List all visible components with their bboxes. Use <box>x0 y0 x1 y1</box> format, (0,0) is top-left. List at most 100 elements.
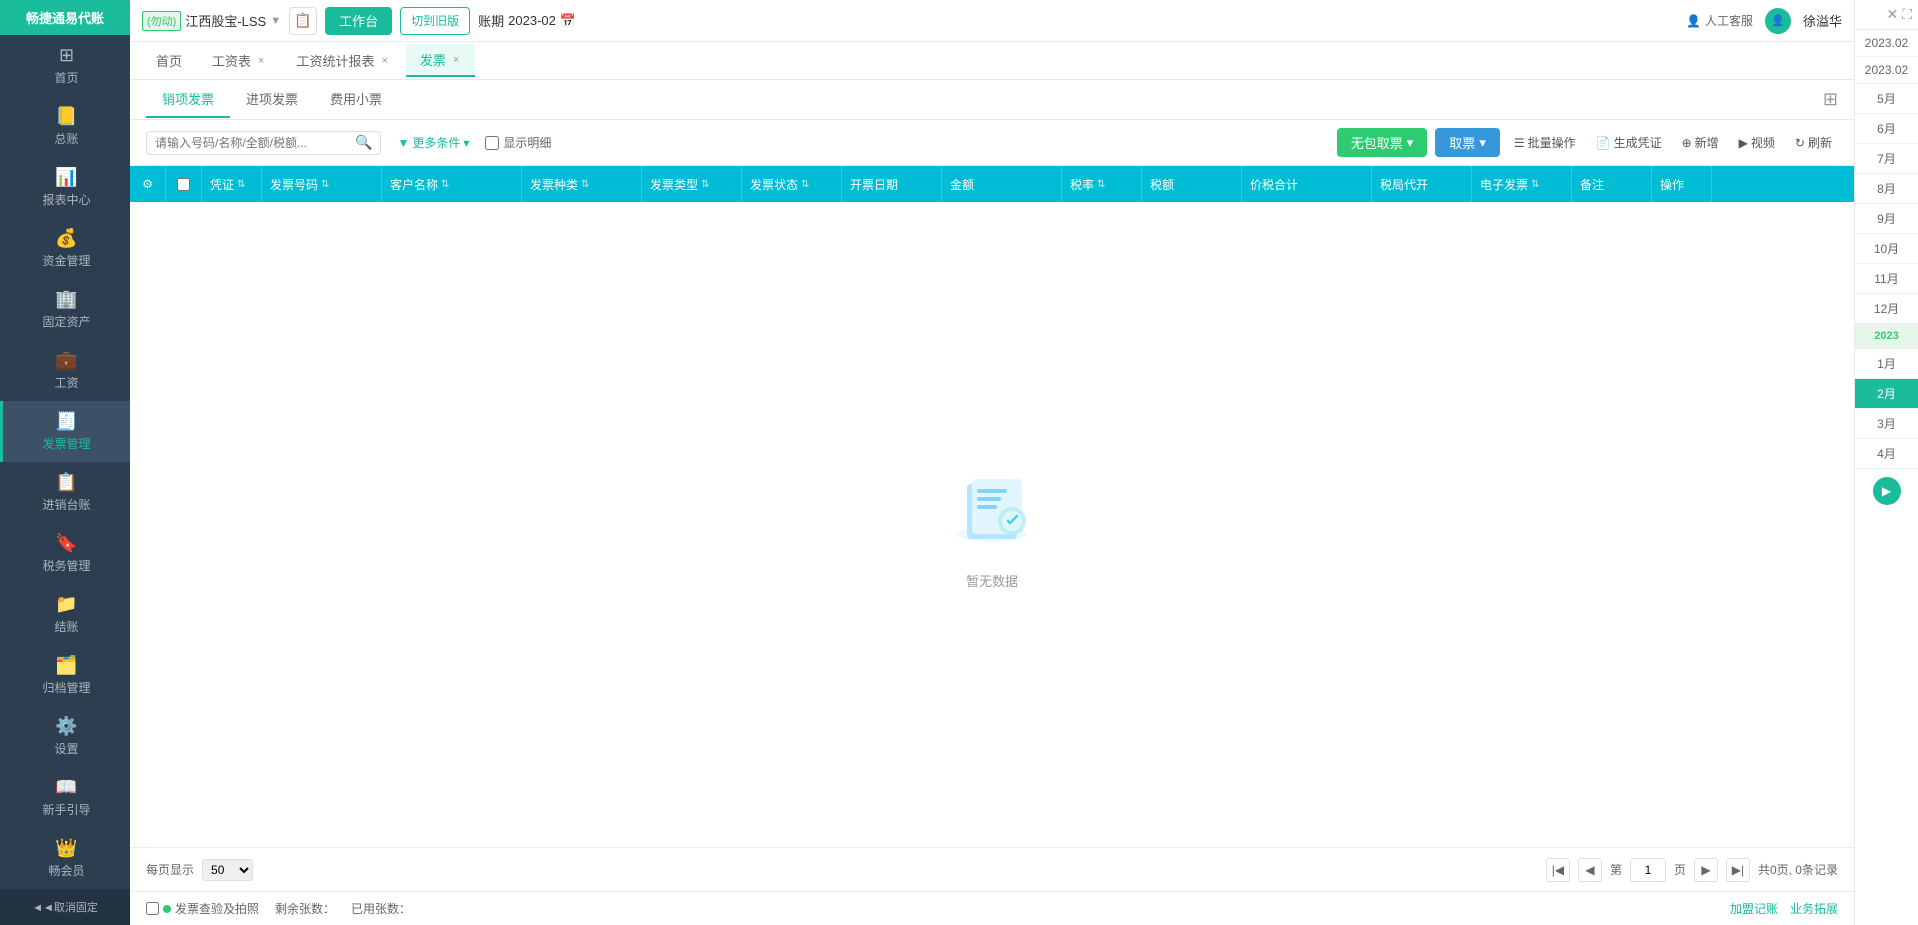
sub-tab-purchase[interactable]: 进项发票 <box>230 81 314 118</box>
date-item-2023-2[interactable]: 2月 <box>1855 379 1918 409</box>
col-invoice-num[interactable]: 发票号码 ⇅ <box>262 166 382 202</box>
col-tax-code[interactable]: 税局代开 <box>1372 166 1472 202</box>
sub-tab-expense-label: 费用小票 <box>330 92 382 107</box>
date-item-8[interactable]: 8月 <box>1855 174 1918 204</box>
expand-link[interactable]: 业务拓展 <box>1790 900 1838 917</box>
batch-op-btn[interactable]: ☰ 批量操作 <box>1508 130 1582 155</box>
tab-invoice-close[interactable]: × <box>451 54 461 66</box>
company-selector[interactable]: (勿动) 江西股宝-LSS ▼ <box>142 11 281 31</box>
pagination-right: |◀ ◀ 第 页 ▶ ▶| 共0页, 0条记录 <box>1546 858 1838 882</box>
page-input[interactable] <box>1630 858 1666 882</box>
next-page-btn[interactable]: ▶ <box>1694 858 1718 882</box>
sidebar-item-label: 首页 <box>54 69 78 86</box>
reports-icon: 📊 <box>55 167 77 188</box>
video-btn[interactable]: ▶ 视频 <box>1733 130 1781 155</box>
date-panel-expand-icon[interactable]: ⛶ <box>1902 6 1912 23</box>
last-page-btn[interactable]: ▶| <box>1726 858 1750 882</box>
date-item-12[interactable]: 12月 <box>1855 294 1918 324</box>
sidebar-item-general-ledger[interactable]: 📒 总账 <box>0 96 130 157</box>
refresh-btn[interactable]: ↻ 刷新 <box>1789 130 1838 155</box>
sidebar-item-invoice[interactable]: 🧾 发票管理 <box>0 401 130 462</box>
invoice-status-sort-icon: ⇅ <box>801 179 809 190</box>
filter-btn[interactable]: ▼ 更多条件 ▾ <box>389 130 477 155</box>
col-operation[interactable]: 操作 <box>1652 166 1712 202</box>
first-page-btn[interactable]: |◀ <box>1546 858 1570 882</box>
col-tax[interactable]: 税额 <box>1142 166 1242 202</box>
search-input[interactable] <box>147 132 347 154</box>
sidebar-item-archive[interactable]: 🗂️ 归档管理 <box>0 645 130 706</box>
customer-service-btn[interactable]: 👤 人工客服 <box>1686 12 1753 29</box>
date-item-2023-3[interactable]: 3月 <box>1855 409 1918 439</box>
per-page-select[interactable]: 10 20 50 100 <box>202 859 253 881</box>
invoice-category-sort-icon: ⇅ <box>701 179 709 190</box>
sidebar-item-close[interactable]: 📁 结账 <box>0 584 130 645</box>
old-version-btn[interactable]: 切到旧版 <box>400 7 470 35</box>
grid-view-icon[interactable]: ⊞ <box>1823 89 1838 110</box>
date-item-10[interactable]: 10月 <box>1855 234 1918 264</box>
col-total[interactable]: 价税合计 <box>1242 166 1372 202</box>
sidebar-item-tax[interactable]: 🔖 税务管理 <box>0 523 130 584</box>
date-item-2023-02-2[interactable]: 2023.02 <box>1855 57 1918 84</box>
workbench-btn[interactable]: 工作台 <box>325 7 392 35</box>
col-open-date[interactable]: 开票日期 <box>842 166 942 202</box>
copy-btn[interactable]: 📋 <box>289 7 317 35</box>
date-item-2023-1[interactable]: 1月 <box>1855 349 1918 379</box>
col-invoice-status[interactable]: 发票状态 ⇅ <box>742 166 842 202</box>
date-item-6[interactable]: 6月 <box>1855 114 1918 144</box>
date-item-11[interactable]: 11月 <box>1855 264 1918 294</box>
col-amount[interactable]: 金额 <box>942 166 1062 202</box>
new-btn[interactable]: ⊕ 新增 <box>1676 130 1725 155</box>
tab-salary-close[interactable]: × <box>256 55 266 67</box>
sidebar-item-member[interactable]: 👑 畅会员 <box>0 828 130 889</box>
sidebar-item-guide[interactable]: 📖 新手引导 <box>0 767 130 828</box>
no-take-btn[interactable]: 无包取票 ▾ <box>1337 128 1428 157</box>
sidebar-item-fund[interactable]: 💰 资金管理 <box>0 218 130 279</box>
col-invoice-type[interactable]: 发票种类 ⇅ <box>522 166 642 202</box>
date-item-2023-02-1[interactable]: 2023.02 <box>1855 30 1918 57</box>
date-item-7[interactable]: 7月 <box>1855 144 1918 174</box>
date-item-5[interactable]: 5月 <box>1855 84 1918 114</box>
col-customer[interactable]: 客户名称 ⇅ <box>382 166 522 202</box>
col-e-invoice[interactable]: 电子发票 ⇅ <box>1472 166 1572 202</box>
generate-voucher-btn[interactable]: 📄 生成凭证 <box>1590 130 1668 155</box>
sidebar-item-sales-ledger[interactable]: 📋 进销台账 <box>0 462 130 523</box>
join-link[interactable]: 加盟记账 <box>1730 900 1778 917</box>
sidebar-item-fixed-assets[interactable]: 🏢 固定资产 <box>0 279 130 340</box>
search-icon[interactable]: 🔍 <box>347 134 380 151</box>
take-btn[interactable]: 取票 ▾ <box>1435 128 1500 157</box>
col-voucher[interactable]: 凭证 ⇅ <box>202 166 262 202</box>
tab-home[interactable]: 首页 <box>142 45 196 76</box>
col-remark[interactable]: 备注 <box>1572 166 1652 202</box>
col-tax-rate[interactable]: 税率 ⇅ <box>1062 166 1142 202</box>
header: (勿动) 江西股宝-LSS ▼ 📋 工作台 切到旧版 账期 2023-02 📅 … <box>130 0 1854 42</box>
main-area: (勿动) 江西股宝-LSS ▼ 📋 工作台 切到旧版 账期 2023-02 📅 … <box>130 0 1854 925</box>
prev-page-btn[interactable]: ◀ <box>1578 858 1602 882</box>
tab-salary[interactable]: 工资表 × <box>198 45 280 76</box>
col-settings[interactable]: ⚙ <box>130 166 166 202</box>
date-item-2023-4[interactable]: 4月 <box>1855 439 1918 469</box>
sidebar-item-reports[interactable]: 📊 报表中心 <box>0 157 130 218</box>
show-detail-checkbox-label[interactable]: 显示明细 <box>485 134 551 151</box>
date-panel-close-icon[interactable]: ✕ <box>1886 6 1898 23</box>
col-invoice-category[interactable]: 发票类型 ⇅ <box>642 166 742 202</box>
tab-salary-stats[interactable]: 工资统计报表 × <box>282 45 403 76</box>
select-all-checkbox[interactable] <box>177 178 190 191</box>
username-display[interactable]: 徐溢华 <box>1803 11 1842 30</box>
show-detail-checkbox[interactable] <box>485 136 499 150</box>
date-item-9[interactable]: 9月 <box>1855 204 1918 234</box>
sidebar-item-label: 税务管理 <box>42 557 90 574</box>
sidebar-collapse-btn[interactable]: ◄◄取消固定 <box>0 889 130 925</box>
sidebar-item-salary[interactable]: 💼 工资 <box>0 340 130 401</box>
col-checkbox[interactable] <box>166 166 202 202</box>
filter-dropdown-icon: ▾ <box>463 136 469 150</box>
sidebar-item-home[interactable]: ⊞ 首页 <box>0 35 130 96</box>
sub-tab-expense[interactable]: 费用小票 <box>314 81 398 118</box>
date-panel-toggle-btn[interactable]: ▶ <box>1873 477 1901 505</box>
user-avatar[interactable]: 👤 <box>1765 8 1791 34</box>
verify-checkbox[interactable] <box>146 902 159 915</box>
tab-salary-stats-close[interactable]: × <box>379 55 389 67</box>
company-dropdown-icon: ▼ <box>270 15 281 27</box>
tab-invoice[interactable]: 发票 × <box>406 44 475 77</box>
sub-tab-sales[interactable]: 销项发票 <box>146 81 230 118</box>
sidebar-item-settings[interactable]: ⚙️ 设置 <box>0 706 130 767</box>
